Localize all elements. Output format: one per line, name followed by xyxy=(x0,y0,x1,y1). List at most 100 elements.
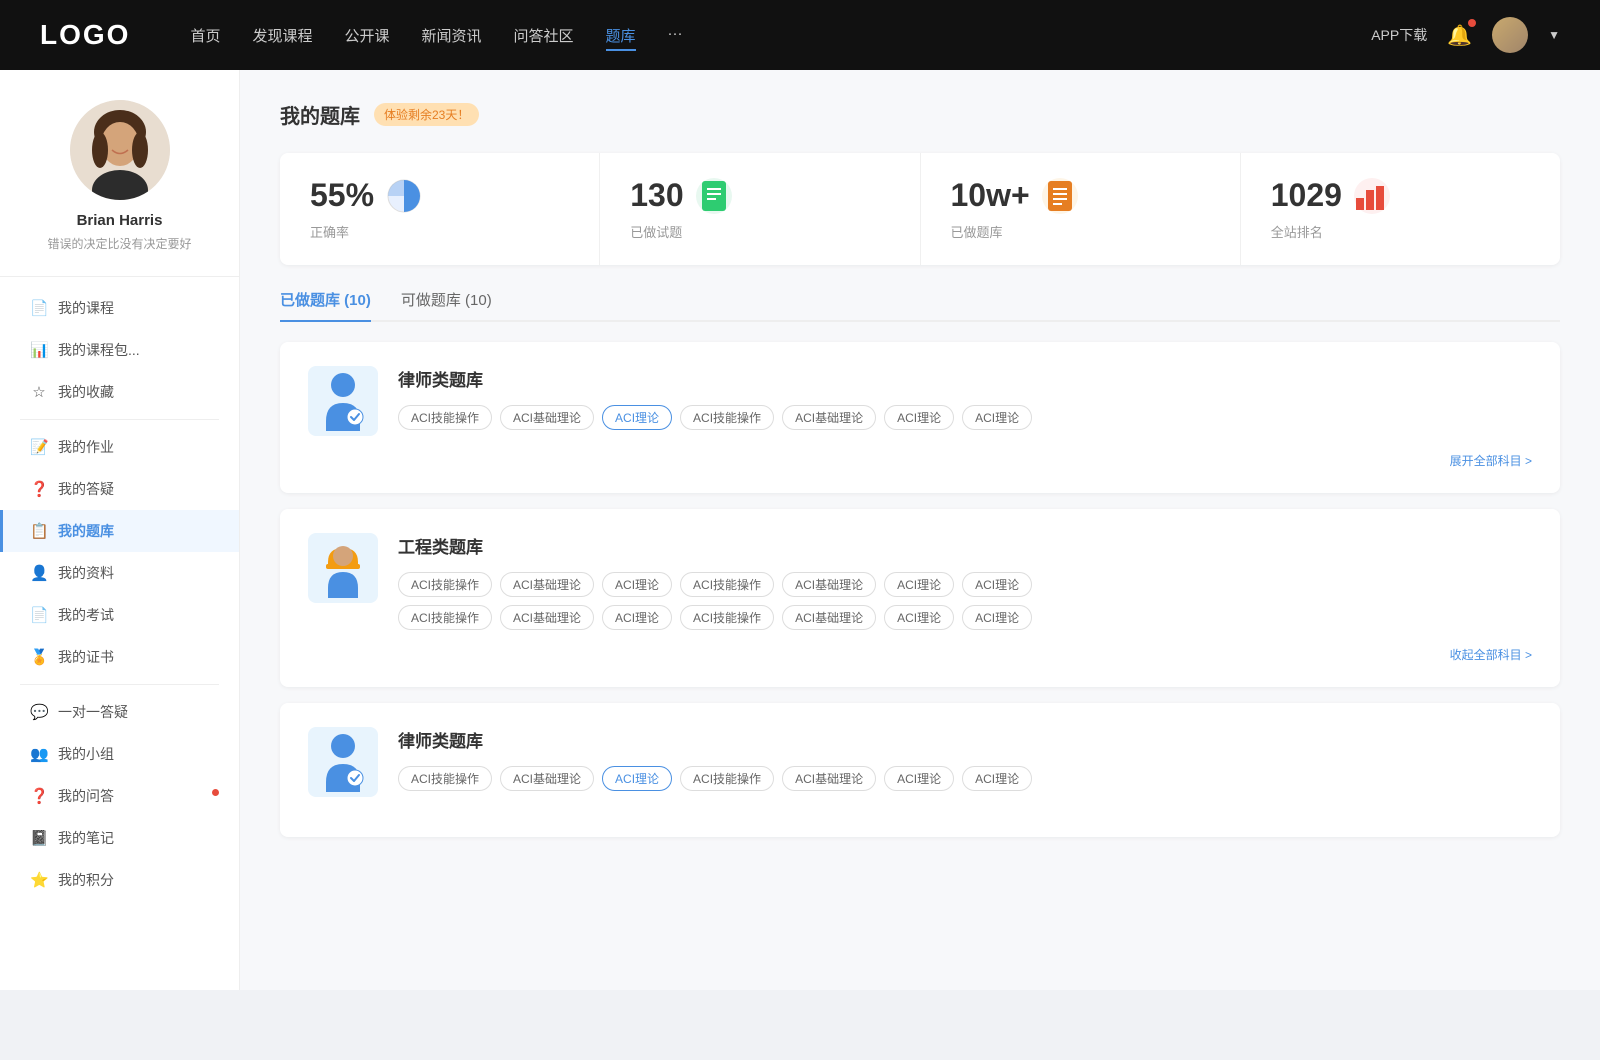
sidebar-item-course-package[interactable]: 📊 我的课程包... xyxy=(0,329,239,371)
exam-icon: 📄 xyxy=(30,606,48,624)
tag-3-5[interactable]: ACI理论 xyxy=(884,766,954,791)
tag-2r2-6[interactable]: ACI理论 xyxy=(962,605,1032,630)
stat-done-questions: 130 已做试题 xyxy=(600,153,920,265)
nav-item-qbank[interactable]: 题库 xyxy=(606,25,636,46)
tag-2-0[interactable]: ACI技能操作 xyxy=(398,572,492,597)
tag-3-2[interactable]: ACI理论 xyxy=(602,766,672,791)
tutor-icon: 💬 xyxy=(30,703,48,721)
sidebar-item-tutor[interactable]: 💬 一对一答疑 xyxy=(0,691,239,733)
tag-2r2-0[interactable]: ACI技能操作 xyxy=(398,605,492,630)
sidebar-item-profile[interactable]: 👤 我的资料 xyxy=(0,552,239,594)
trial-badge: 体验剩余23天！ xyxy=(374,103,479,126)
tag-2r2-2[interactable]: ACI理论 xyxy=(602,605,672,630)
course-icon: 📄 xyxy=(30,299,48,317)
group-icon: 👥 xyxy=(30,745,48,763)
stat-rank-label: 全站排名 xyxy=(1271,222,1530,241)
tag-2-1[interactable]: ACI基础理论 xyxy=(500,572,594,597)
tag-2-4[interactable]: ACI基础理论 xyxy=(782,572,876,597)
navbar: LOGO 首页 发现课程 公开课 新闻资讯 问答社区 题库 ··· APP下载 … xyxy=(0,0,1600,70)
avatar-dropdown-arrow[interactable]: ▼ xyxy=(1548,28,1560,42)
qbank-name-2: 工程类题库 xyxy=(398,533,1532,558)
sidebar-item-favorites[interactable]: ☆ 我的收藏 xyxy=(0,371,239,413)
stat-top: 1029 xyxy=(1271,177,1530,214)
sidebar-item-my-course[interactable]: 📄 我的课程 xyxy=(0,287,239,329)
tag-3-6[interactable]: ACI理论 xyxy=(962,766,1032,791)
qbank-info-2: 工程类题库 ACI技能操作 ACI基础理论 ACI理论 ACI技能操作 ACI基… xyxy=(398,533,1532,630)
profile-avatar xyxy=(70,100,170,200)
notes-icon: 📓 xyxy=(30,829,48,847)
tag-3-1[interactable]: ACI基础理论 xyxy=(500,766,594,791)
nav-item-open[interactable]: 公开课 xyxy=(344,25,389,46)
tags-row-1: ACI技能操作 ACI基础理论 ACI理论 ACI技能操作 ACI基础理论 AC… xyxy=(398,405,1532,430)
tag-3-0[interactable]: ACI技能操作 xyxy=(398,766,492,791)
nav-item-discover[interactable]: 发现课程 xyxy=(252,25,312,46)
stat-rank-icon xyxy=(1354,178,1390,214)
tag-2-2[interactable]: ACI理论 xyxy=(602,572,672,597)
profile-motto: 错误的决定比没有决定要好 xyxy=(47,235,191,252)
tag-2r2-5[interactable]: ACI理论 xyxy=(884,605,954,630)
expand-link-1[interactable]: 展开全部科目 > xyxy=(308,452,1532,469)
stat-accuracy: 55% 正确率 xyxy=(280,153,600,265)
tag-2-5[interactable]: ACI理论 xyxy=(884,572,954,597)
pie-chart-icon xyxy=(386,178,422,214)
collapse-link-2[interactable]: 收起全部科目 > xyxy=(308,646,1532,663)
tag-3-3[interactable]: ACI技能操作 xyxy=(680,766,774,791)
nav-item-qa[interactable]: 问答社区 xyxy=(514,25,574,46)
sidebar-item-certificate[interactable]: 🏅 我的证书 xyxy=(0,636,239,678)
sidebar-item-label: 我的收藏 xyxy=(58,382,114,402)
sidebar-menu: 📄 我的课程 📊 我的课程包... ☆ 我的收藏 📝 我的作业 ❓ 我的答疑 � xyxy=(0,287,239,911)
tag-1-2[interactable]: ACI理论 xyxy=(602,405,672,430)
app-download-link[interactable]: APP下载 xyxy=(1371,25,1427,45)
tag-2r2-1[interactable]: ACI基础理论 xyxy=(500,605,594,630)
tab-available-banks[interactable]: 可做题库 (10) xyxy=(401,289,492,320)
nav-item-news[interactable]: 新闻资讯 xyxy=(422,25,482,46)
stat-rank: 1029 全站排名 xyxy=(1241,153,1560,265)
tag-1-1[interactable]: ACI基础理论 xyxy=(500,405,594,430)
notification-bell[interactable]: 🔔 xyxy=(1447,23,1472,48)
stat-rank-value: 1029 xyxy=(1271,177,1342,214)
sidebar-item-group[interactable]: 👥 我的小组 xyxy=(0,733,239,775)
sidebar-item-qbank[interactable]: 📋 我的题库 xyxy=(0,510,239,552)
nav-right: APP下载 🔔 ▼ xyxy=(1371,17,1560,53)
sidebar-item-label: 我的答疑 xyxy=(58,479,114,499)
sidebar-item-label: 我的笔记 xyxy=(58,828,114,848)
tab-done-banks[interactable]: 已做题库 (10) xyxy=(280,289,371,320)
stat-done-banks-icon xyxy=(1042,178,1078,214)
tag-1-0[interactable]: ACI技能操作 xyxy=(398,405,492,430)
sidebar-item-label: 我的资料 xyxy=(58,563,114,583)
stat-top: 10w+ xyxy=(951,177,1210,214)
profile-name: Brian Harris xyxy=(77,212,163,229)
tag-1-6[interactable]: ACI理论 xyxy=(962,405,1032,430)
tag-2r2-3[interactable]: ACI技能操作 xyxy=(680,605,774,630)
sidebar-item-label: 我的考试 xyxy=(58,605,114,625)
stat-top: 130 xyxy=(630,177,889,214)
nav-item-home[interactable]: 首页 xyxy=(190,25,220,46)
points-icon: ⭐ xyxy=(30,871,48,889)
page-header: 我的题库 体验剩余23天！ xyxy=(280,100,1560,129)
tags-row-2-row2: ACI技能操作 ACI基础理论 ACI理论 ACI技能操作 ACI基础理论 AC… xyxy=(398,605,1532,630)
tag-1-3[interactable]: ACI技能操作 xyxy=(680,405,774,430)
sidebar-item-points[interactable]: ⭐ 我的积分 xyxy=(0,859,239,901)
nav-item-more[interactable]: ··· xyxy=(668,25,683,46)
engineer-icon xyxy=(318,538,368,598)
tag-2-3[interactable]: ACI技能操作 xyxy=(680,572,774,597)
user-avatar[interactable] xyxy=(1492,17,1528,53)
tag-3-4[interactable]: ACI基础理论 xyxy=(782,766,876,791)
qbank-header-3: 律师类题库 ACI技能操作 ACI基础理论 ACI理论 ACI技能操作 ACI基… xyxy=(308,727,1532,797)
nav-menu: 首页 发现课程 公开课 新闻资讯 问答社区 题库 ··· xyxy=(190,25,1371,46)
sidebar-item-exam[interactable]: 📄 我的考试 xyxy=(0,594,239,636)
sidebar-item-homework[interactable]: 📝 我的作业 xyxy=(0,426,239,468)
sidebar-item-qa-answer[interactable]: ❓ 我的答疑 xyxy=(0,468,239,510)
sidebar-item-my-qa[interactable]: ❓ 我的问答 xyxy=(0,775,239,817)
tag-1-4[interactable]: ACI基础理论 xyxy=(782,405,876,430)
tag-2-6[interactable]: ACI理论 xyxy=(962,572,1032,597)
sidebar-item-notes[interactable]: 📓 我的笔记 xyxy=(0,817,239,859)
nav-logo: LOGO xyxy=(40,19,130,51)
qbank-card-3: 律师类题库 ACI技能操作 ACI基础理论 ACI理论 ACI技能操作 ACI基… xyxy=(280,703,1560,837)
bar-chart-icon xyxy=(1356,182,1388,210)
tag-1-5[interactable]: ACI理论 xyxy=(884,405,954,430)
tags-row-3: ACI技能操作 ACI基础理论 ACI理论 ACI技能操作 ACI基础理论 AC… xyxy=(398,766,1532,791)
lawyer-icon-1 xyxy=(318,371,368,431)
tag-2r2-4[interactable]: ACI基础理论 xyxy=(782,605,876,630)
star-icon: ☆ xyxy=(30,383,48,401)
